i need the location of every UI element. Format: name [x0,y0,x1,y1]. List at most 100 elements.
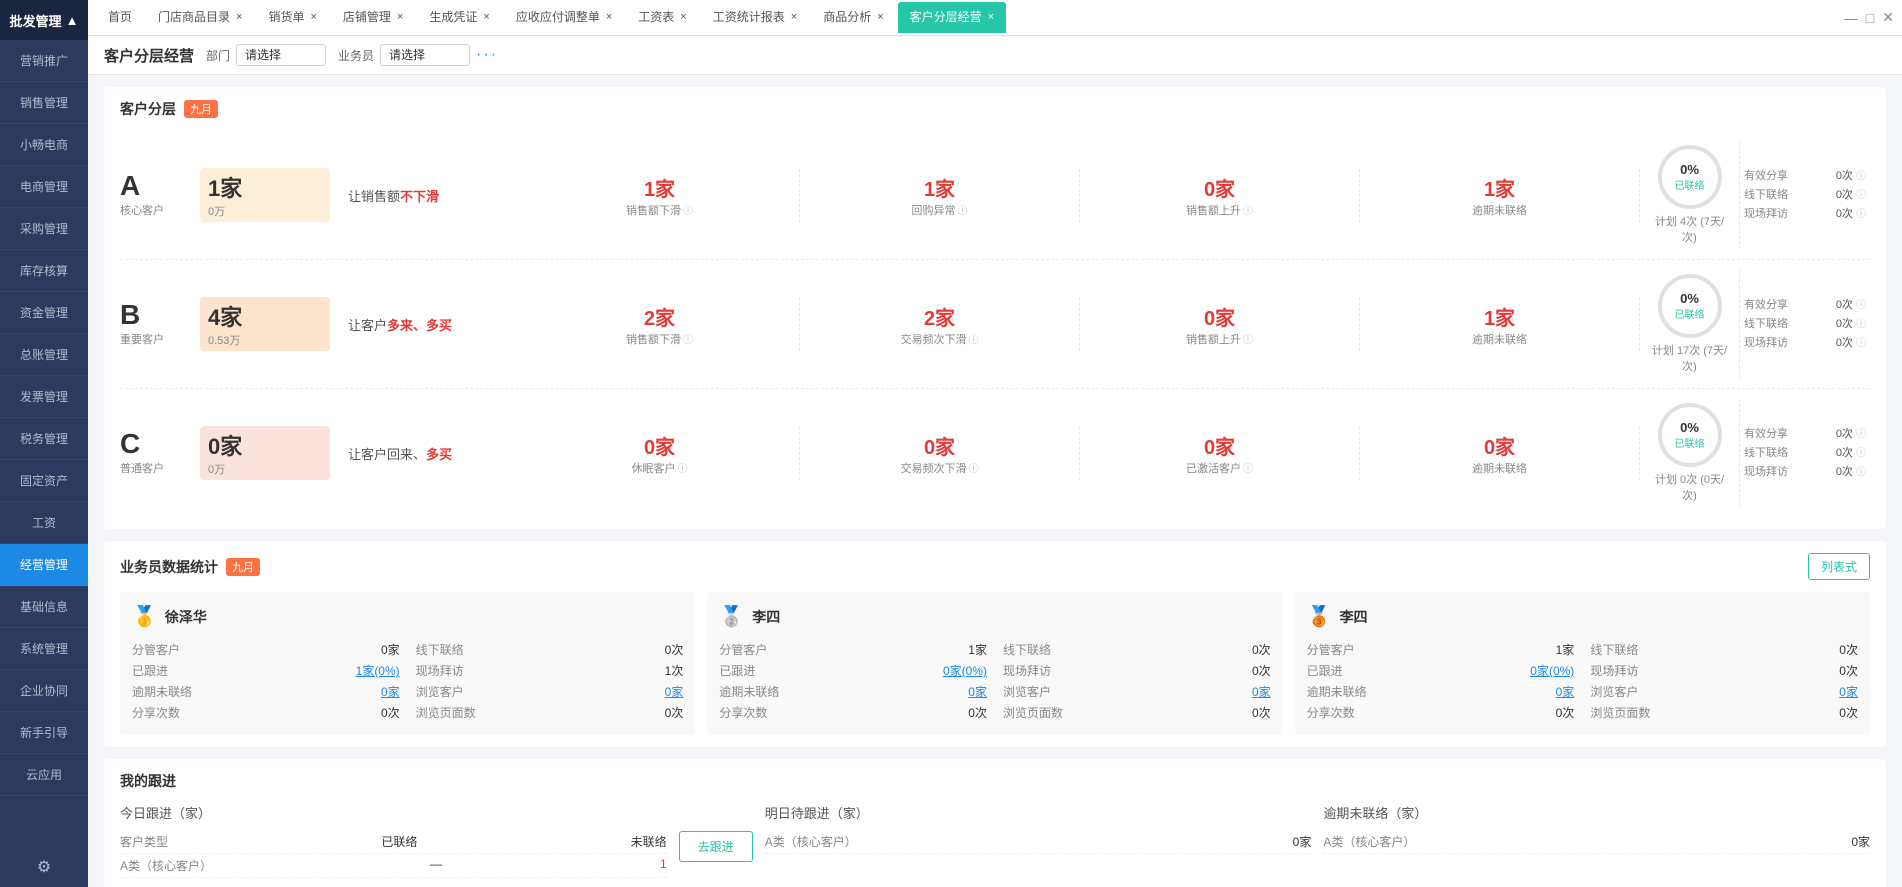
circle-B: 0% 已联络 [1658,274,1722,338]
today-a-row: A类（核心客户） — 1 [120,854,667,878]
page-header: 客户分层经营 部门 请选择 业务员 请选择 ··· [88,36,1902,75]
tab-close-店铺管理[interactable]: × [397,11,403,23]
tab-首页[interactable]: 首页 [96,2,144,33]
stat-count: 0家 [1088,302,1351,331]
right-stat: 现场拜访0次 ⓘ [1744,463,1866,479]
stat-label: 回购异常ⓘ [808,202,1071,218]
today-followup-rows: 客户类型 已联络 未联络 A类（核心客户） — 1 [120,830,667,878]
tab-close-客户分层经营[interactable]: × [988,11,994,23]
stat-逾期未联络: 1家逾期未联络 [1360,298,1640,351]
staff-stats-grid-2: 分管客户1家已跟进0家(0%)逾期未联络0家分享次数0次线下联络0次现场拜访0次… [1307,639,1858,723]
stat-label: 逾期未联络 [1368,460,1631,476]
tier-right-stats-A: 有效分享0次 ⓘ线下联络0次 ⓘ现场拜访0次 ⓘ [1740,163,1870,228]
staff-stat-row: 浏览客户0家 [416,681,684,702]
stat-count: 0家 [808,431,1071,460]
sidebar-item-采购管理[interactable]: 采购管理 [0,208,88,250]
sidebar-item-经营管理[interactable]: 经营管理 [0,544,88,586]
sidebar-item-工资[interactable]: 工资 [0,502,88,544]
sidebar-item-基础信息[interactable]: 基础信息 [0,586,88,628]
followup-grid: 今日跟进（家） 客户类型 已联络 未联络 A类（核心客户） — 1 [120,803,1870,878]
tab-工资表[interactable]: 工资表× [626,2,698,33]
tier-stats-B: 2家销售额下滑ⓘ2家交易频次下滑ⓘ0家销售额上升ⓘ1家逾期未联络 0% 已联络 … [520,270,1870,378]
tier-name-B: 重要客户 [120,331,200,347]
tab-工资统计报表[interactable]: 工资统计报表× [701,2,809,33]
window-restore-icon[interactable]: □ [1866,10,1874,26]
tab-close-商品分析[interactable]: × [877,11,883,23]
window-close-icon[interactable]: ✕ [1882,9,1894,26]
stat-label: 已激活客户ⓘ [1088,460,1351,476]
settings-icon[interactable]: ⚙ [0,847,88,887]
stat-交易频次下滑: 2家交易频次下滑ⓘ [800,298,1080,351]
tab-close-生成凭证[interactable]: × [483,11,489,23]
staff-left-col-2: 分管客户1家已跟进0家(0%)逾期未联络0家分享次数0次 [1307,639,1575,723]
stat-label: 销售额上升ⓘ [1088,202,1351,218]
staff-stat-row: 线下联络0次 [1003,639,1271,660]
followup-section-title: 我的跟进 [120,771,176,791]
list-view-btn[interactable]: 列表式 [1808,553,1870,580]
tab-应收应付调整单[interactable]: 应收应付调整单× [504,2,624,33]
dept-filter: 部门 请选择 [206,44,326,66]
tab-商品分析[interactable]: 商品分析× [811,2,895,33]
sidebar-item-营销推广[interactable]: 营销推广 [0,40,88,82]
tab-生成凭证[interactable]: 生成凭证× [417,2,501,33]
dept-select[interactable]: 请选择 [236,44,326,66]
tier-right-stats-C: 有效分享0次 ⓘ线下联络0次 ⓘ现场拜访0次 ⓘ [1740,421,1870,486]
stat-回购异常: 1家回购异常ⓘ [800,169,1080,222]
tier-label-B: B重要客户 [120,301,200,347]
sidebar-item-固定资产[interactable]: 固定资产 [0,460,88,502]
sidebar-item-库存核算[interactable]: 库存核算 [0,250,88,292]
sidebar-item-小畅电商[interactable]: 小畅电商 [0,124,88,166]
staff-stat-row: 逾期未联络0家 [1307,681,1575,702]
staff-right-col-0: 线下联络0次现场拜访1次浏览客户0家浏览页面数0次 [416,639,684,723]
right-stat: 线下联络0次 ⓘ [1744,315,1866,331]
today-header-row: 客户类型 已联络 未联络 [120,830,667,854]
window-minimize-icon[interactable]: — [1844,10,1858,26]
go-followup-btn[interactable]: 去跟进 [679,831,753,862]
sidebar-item-云应用[interactable]: 云应用 [0,754,88,796]
tier-main-count-B: 4家 [208,300,332,332]
sidebar-item-销售管理[interactable]: 销售管理 [0,82,88,124]
overdue-followup-rows: A类（核心客户） 0家 [1323,830,1870,854]
tier-count-A: 1家0万 [200,165,340,225]
stat-label: 销售额下滑ⓘ [528,202,791,218]
stat-label: 逾期未联络 [1368,331,1631,347]
staff-section-header: 业务员数据统计 九月 列表式 [120,553,1870,580]
sidebar-top-label: 批发管理 [10,11,62,30]
sidebar-top[interactable]: 批发管理 ▲ [0,0,88,40]
tab-门店商品目录[interactable]: 门店商品目录× [146,2,254,33]
stat-count: 0家 [1088,431,1351,460]
more-options-icon[interactable]: ··· [476,46,498,64]
staff-select[interactable]: 请选择 [380,44,470,66]
tab-销货单[interactable]: 销货单× [256,2,328,33]
tab-客户分层经营[interactable]: 客户分层经营× [898,2,1006,33]
sidebar-item-发票管理[interactable]: 发票管理 [0,376,88,418]
tier-sub-count-A: 0万 [208,203,332,219]
sidebar: 批发管理 ▲ 营销推广销售管理小畅电商电商管理采购管理库存核算资金管理总账管理发… [0,0,88,887]
sidebar-item-系统管理[interactable]: 系统管理 [0,628,88,670]
staff-stat-row: 线下联络0次 [416,639,684,660]
staff-medal-2: 🥉 [1307,604,1332,629]
circle-C: 0% 已联络 [1658,403,1722,467]
staff-stats-grid-1: 分管客户1家已跟进0家(0%)逾期未联络0家分享次数0次线下联络0次现场拜访0次… [719,639,1270,723]
tier-count-C: 0家0万 [200,423,340,483]
sidebar-item-资金管理[interactable]: 资金管理 [0,292,88,334]
tab-close-工资表[interactable]: × [680,11,686,23]
staff-stat-row: 已跟进0家(0%) [719,660,987,681]
tab-close-门店商品目录[interactable]: × [236,11,242,23]
tab-店铺管理[interactable]: 店铺管理× [331,2,415,33]
stat-label: 销售额下滑ⓘ [528,331,791,347]
sidebar-item-总账管理[interactable]: 总账管理 [0,334,88,376]
tier-name-C: 普通客户 [120,460,200,476]
tomorrow-followup-block: 明日待跟进（家） A类（核心客户） 0家 [765,803,1312,854]
sidebar-item-新手引导[interactable]: 新手引导 [0,712,88,754]
staff-card-0: 🥇徐泽华分管客户0家已跟进1家(0%)逾期未联络0家分享次数0次线下联络0次现场… [120,592,695,735]
sidebar-item-企业协同[interactable]: 企业协同 [0,670,88,712]
tab-close-应收应付调整单[interactable]: × [606,11,612,23]
tab-close-工资统计报表[interactable]: × [791,11,797,23]
stat-count: 2家 [808,302,1071,331]
stat-休眠客户: 0家休眠客户ⓘ [520,427,800,480]
sidebar-item-税务管理[interactable]: 税务管理 [0,418,88,460]
sidebar-item-电商管理[interactable]: 电商管理 [0,166,88,208]
tab-close-销货单[interactable]: × [310,11,316,23]
content-area: 客户分层 九月 A核心客户1家0万让销售额不下滑1家销售额下滑ⓘ1家回购异常ⓘ0… [88,75,1902,887]
